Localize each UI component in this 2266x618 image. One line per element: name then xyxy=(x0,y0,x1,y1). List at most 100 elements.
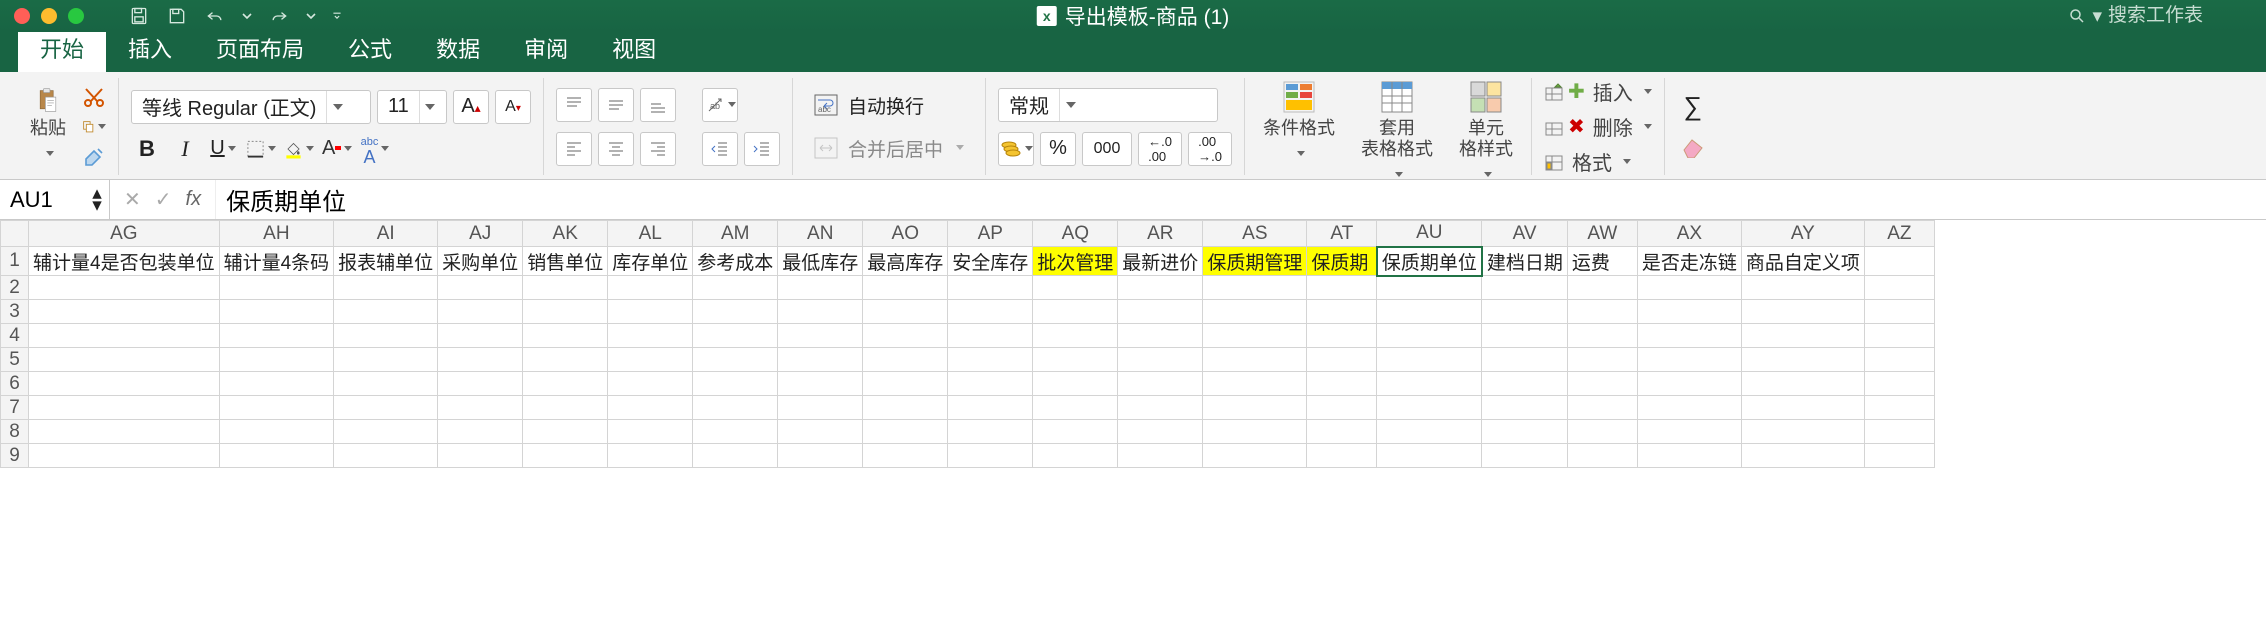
cell-AV8[interactable] xyxy=(1482,420,1568,444)
number-format-select[interactable]: 常规 xyxy=(998,88,1218,122)
cell-AK5[interactable] xyxy=(523,348,608,372)
align-right-button[interactable] xyxy=(640,132,676,166)
cell-AR9[interactable] xyxy=(1118,444,1203,468)
cell-AO2[interactable] xyxy=(863,276,948,300)
cell-AN6[interactable] xyxy=(778,372,863,396)
column-header-AJ[interactable]: AJ xyxy=(438,221,523,247)
cell-AQ1[interactable]: 批次管理 xyxy=(1033,247,1118,276)
cell-AZ7[interactable] xyxy=(1864,396,1934,420)
fill-color-button[interactable] xyxy=(283,134,315,164)
cell-AY7[interactable] xyxy=(1741,396,1864,420)
cell-AO5[interactable] xyxy=(863,348,948,372)
cell-AH3[interactable] xyxy=(219,300,334,324)
search-input[interactable] xyxy=(2108,5,2248,27)
row-header-9[interactable]: 9 xyxy=(1,444,29,468)
formula-input[interactable] xyxy=(216,186,2266,214)
undo-dropdown-icon[interactable] xyxy=(242,5,252,27)
cell-AH6[interactable] xyxy=(219,372,334,396)
cell-AU8[interactable] xyxy=(1377,420,1482,444)
cell-AN1[interactable]: 最低库存 xyxy=(778,247,863,276)
cell-AV3[interactable] xyxy=(1482,300,1568,324)
redo-dropdown-icon[interactable] xyxy=(306,5,316,27)
format-cells-button[interactable]: 格式 xyxy=(1544,147,1652,176)
cell-AP1[interactable]: 安全库存 xyxy=(948,247,1033,276)
cell-AV6[interactable] xyxy=(1482,372,1568,396)
row-header-3[interactable]: 3 xyxy=(1,300,29,324)
cell-AH2[interactable] xyxy=(219,276,334,300)
cell-AU5[interactable] xyxy=(1377,348,1482,372)
cell-AN2[interactable] xyxy=(778,276,863,300)
border-button[interactable] xyxy=(245,134,277,164)
cell-AX7[interactable] xyxy=(1637,396,1741,420)
format-painter-button[interactable] xyxy=(82,146,106,168)
cell-AN4[interactable] xyxy=(778,324,863,348)
cell-AN5[interactable] xyxy=(778,348,863,372)
cell-AN3[interactable] xyxy=(778,300,863,324)
cell-AJ3[interactable] xyxy=(438,300,523,324)
column-header-AQ[interactable]: AQ xyxy=(1033,221,1118,247)
cancel-formula-button[interactable]: ✕ xyxy=(124,187,141,212)
cell-AQ6[interactable] xyxy=(1033,372,1118,396)
cell-AY2[interactable] xyxy=(1741,276,1864,300)
decrease-decimal-button[interactable]: .00→.0 xyxy=(1188,132,1232,166)
cell-AI2[interactable] xyxy=(334,276,438,300)
cell-AK7[interactable] xyxy=(523,396,608,420)
row-header-7[interactable]: 7 xyxy=(1,396,29,420)
cell-AQ4[interactable] xyxy=(1033,324,1118,348)
phonetic-button[interactable]: abcA xyxy=(359,134,391,164)
autosum-button[interactable]: ∑ xyxy=(1677,92,1709,122)
cell-AW3[interactable] xyxy=(1567,300,1637,324)
cell-styles-button[interactable]: 单元 格样式 xyxy=(1453,78,1519,187)
cell-AX3[interactable] xyxy=(1637,300,1741,324)
cell-AY9[interactable] xyxy=(1741,444,1864,468)
cell-AV7[interactable] xyxy=(1482,396,1568,420)
cell-AJ7[interactable] xyxy=(438,396,523,420)
close-window-button[interactable] xyxy=(14,8,30,24)
cell-AH5[interactable] xyxy=(219,348,334,372)
cell-AG1[interactable]: 辅计量4是否包装单位 xyxy=(29,247,220,276)
comma-button[interactable]: 000 xyxy=(1082,132,1132,166)
cell-AP5[interactable] xyxy=(948,348,1033,372)
cell-AK8[interactable] xyxy=(523,420,608,444)
cell-AU1[interactable]: 保质期单位 xyxy=(1377,247,1482,276)
cell-AT1[interactable]: 保质期 xyxy=(1307,247,1377,276)
cell-AR3[interactable] xyxy=(1118,300,1203,324)
cell-AL6[interactable] xyxy=(608,372,693,396)
column-header-AK[interactable]: AK xyxy=(523,221,608,247)
minimize-window-button[interactable] xyxy=(41,8,57,24)
cell-AX1[interactable]: 是否走冻链 xyxy=(1637,247,1741,276)
bold-button[interactable]: B xyxy=(131,134,163,164)
cell-AZ6[interactable] xyxy=(1864,372,1934,396)
cell-AK9[interactable] xyxy=(523,444,608,468)
cell-AJ5[interactable] xyxy=(438,348,523,372)
cell-AR6[interactable] xyxy=(1118,372,1203,396)
wrap-text-button[interactable]: abc 自动换行 xyxy=(805,89,973,122)
cell-AX8[interactable] xyxy=(1637,420,1741,444)
undo-icon[interactable] xyxy=(204,5,226,27)
cell-AG2[interactable] xyxy=(29,276,220,300)
cell-AO1[interactable]: 最高库存 xyxy=(863,247,948,276)
increase-decimal-button[interactable]: ←.0.00 xyxy=(1138,132,1182,166)
column-header-AX[interactable]: AX xyxy=(1637,221,1741,247)
cell-AO7[interactable] xyxy=(863,396,948,420)
cell-AN7[interactable] xyxy=(778,396,863,420)
cut-button[interactable] xyxy=(82,86,106,108)
cell-AR2[interactable] xyxy=(1118,276,1203,300)
cell-AS7[interactable] xyxy=(1203,396,1307,420)
cell-AS2[interactable] xyxy=(1203,276,1307,300)
align-top-button[interactable] xyxy=(556,88,592,122)
cell-AL1[interactable]: 库存单位 xyxy=(608,247,693,276)
cell-AO8[interactable] xyxy=(863,420,948,444)
column-header-AU[interactable]: AU xyxy=(1377,221,1482,247)
cell-AR5[interactable] xyxy=(1118,348,1203,372)
cell-AM7[interactable] xyxy=(693,396,778,420)
cell-AS3[interactable] xyxy=(1203,300,1307,324)
cell-AW4[interactable] xyxy=(1567,324,1637,348)
align-bottom-button[interactable] xyxy=(640,88,676,122)
cell-AG7[interactable] xyxy=(29,396,220,420)
italic-button[interactable]: I xyxy=(169,134,201,164)
select-all-corner[interactable] xyxy=(1,221,29,247)
increase-font-button[interactable]: A▴ xyxy=(453,90,489,124)
column-header-AG[interactable]: AG xyxy=(29,221,220,247)
column-header-AI[interactable]: AI xyxy=(334,221,438,247)
